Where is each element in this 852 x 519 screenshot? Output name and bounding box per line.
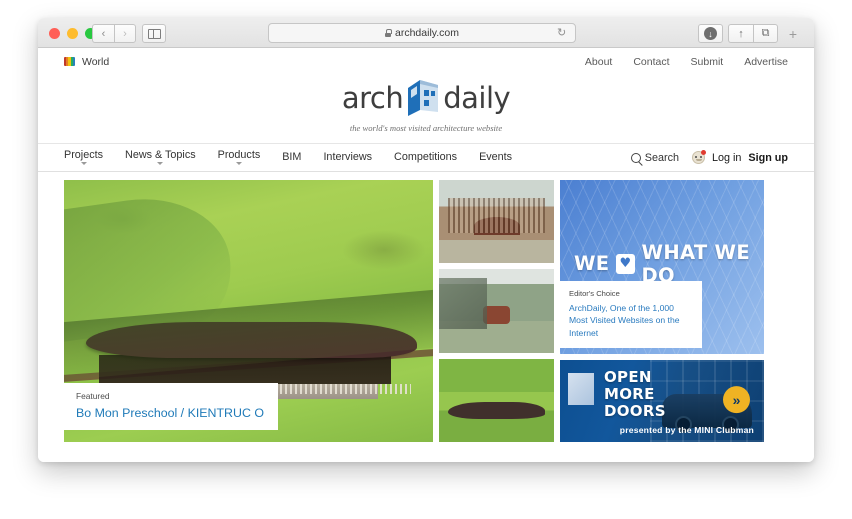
ad-headline-line3: DOORS <box>604 401 666 420</box>
ad-cube-graphic <box>568 373 594 405</box>
search-icon <box>630 152 641 163</box>
main-navigation: Projects News & Topics Products BIM Inte… <box>38 143 814 172</box>
downloads-button[interactable]: ↓ <box>698 24 723 43</box>
logo-word-arch: arch <box>341 81 404 115</box>
window-controls[interactable] <box>49 28 96 39</box>
toolbar-right-buttons: ↓ ↑ ⧉ + <box>698 24 804 43</box>
nav-label: Products <box>217 149 261 161</box>
new-tab-icon: + <box>788 25 798 42</box>
mini-clubman-ad[interactable]: OPEN MORE DOORS presented by the MINI Cl… <box>560 360 764 442</box>
fence <box>264 384 411 394</box>
search-button[interactable]: Search <box>630 151 679 164</box>
nav-item-events[interactable]: Events <box>479 151 512 164</box>
editors-choice-card[interactable]: Editor's Choice ArchDaily, One of the 1,… <box>560 280 702 348</box>
reload-icon[interactable]: ↻ <box>557 28 568 39</box>
nav-label: News & Topics <box>125 149 196 161</box>
lock-icon <box>385 29 392 37</box>
chevron-down-icon <box>157 162 164 165</box>
download-icon: ↓ <box>704 27 717 40</box>
page-content: World About Contact Submit Advertise arc… <box>38 48 814 462</box>
nav-label: Projects <box>64 149 104 161</box>
headline-right: WHAT WE DO <box>641 240 750 287</box>
sidebar-icon <box>147 28 161 39</box>
chevron-down-icon <box>235 162 242 165</box>
avatar-eyes <box>694 155 702 158</box>
address-bar[interactable]: archdaily.com ↻ <box>268 23 576 43</box>
headline-left: WE <box>574 252 610 276</box>
wavy-roof-right <box>254 326 418 358</box>
world-flag-icon <box>64 57 75 66</box>
chevron-down-icon <box>80 162 87 165</box>
share-button[interactable]: ↑ <box>728 24 753 43</box>
site-logo-block[interactable]: arch daily the world's most visited arch… <box>38 77 814 133</box>
editors-choice-kicker: Editor's Choice <box>569 288 620 298</box>
featured-article-card[interactable]: Featured Bo Mon Preschool / KIENTRUC O <box>64 180 433 442</box>
main-nav-items: Projects News & Topics Products BIM Inte… <box>64 149 512 166</box>
back-button[interactable]: ‹ <box>92 24 114 43</box>
nav-item-competitions[interactable]: Competitions <box>394 151 457 164</box>
forward-button[interactable]: › <box>114 24 136 43</box>
main-nav-actions: Search Log in Sign up <box>630 150 788 164</box>
utility-links: About Contact Submit Advertise <box>585 56 788 68</box>
thumbnail-card-2[interactable] <box>439 269 554 353</box>
editors-choice-banner[interactable]: WE ♥ WHAT WE DO Editor's Choice ArchDail… <box>560 180 764 354</box>
region-label: World <box>82 55 110 68</box>
nav-item-projects[interactable]: Projects <box>64 149 103 166</box>
ad-presented-by: presented by the MINI Clubman <box>619 425 754 435</box>
browser-window: ‹ › archdaily.com ↻ ↓ ↑ ⧉ + World About … <box>38 18 814 462</box>
close-window-button[interactable] <box>49 28 60 39</box>
logo-word-daily: daily <box>443 81 511 115</box>
archdaily-cube-icon <box>408 80 439 116</box>
thumbnail-card-3[interactable] <box>439 358 554 442</box>
minimize-window-button[interactable] <box>67 28 78 39</box>
nav-item-bim[interactable]: BIM <box>282 151 301 164</box>
utility-link-advertise[interactable]: Advertise <box>744 56 788 68</box>
sidebar-rail: WE ♥ WHAT WE DO Editor's Choice ArchDail… <box>560 180 764 442</box>
heart-logo-icon: ♥ <box>616 253 635 274</box>
thumbnail-2-detail <box>482 305 511 325</box>
show-tabs-button[interactable]: ⧉ <box>753 24 778 43</box>
forward-icon: › <box>123 27 127 40</box>
we-love-what-we-do-headline: WE ♥ WHAT WE DO <box>574 241 764 287</box>
ad-headline-line1: OPEN <box>604 368 652 386</box>
thumbnail-column <box>439 180 554 442</box>
content-grid: Featured Bo Mon Preschool / KIENTRUC O W… <box>64 180 788 442</box>
ad-cta-chevron-icon[interactable]: » <box>723 386 750 414</box>
editors-choice-title-link[interactable]: ArchDaily, One of the 1,000 Most Visited… <box>569 302 692 339</box>
site-tagline: the world's most visited architecture we… <box>349 123 503 133</box>
featured-kicker: Featured <box>76 391 110 401</box>
nav-item-news-topics[interactable]: News & Topics <box>125 149 196 166</box>
featured-caption: Featured Bo Mon Preschool / KIENTRUC O <box>64 383 278 430</box>
sidebar-toggle-button[interactable] <box>142 24 166 43</box>
ad-headline-line2: MORE <box>604 384 655 403</box>
url-text: archdaily.com <box>395 27 459 39</box>
utility-link-submit[interactable]: Submit <box>691 56 724 68</box>
notification-badge <box>700 150 706 155</box>
ad-headline: OPEN MORE DOORS <box>604 369 666 419</box>
thumbnail-card-1[interactable] <box>439 180 554 264</box>
region-selector[interactable]: World <box>64 56 109 68</box>
building-underside <box>99 354 392 385</box>
account-actions: Log in Sign up <box>691 150 788 164</box>
nav-item-products[interactable]: Products <box>217 149 261 166</box>
featured-title-link[interactable]: Bo Mon Preschool / KIENTRUC O <box>76 406 264 420</box>
thumbnail-1-detail <box>473 216 520 235</box>
wavy-roof-left <box>86 321 411 358</box>
utility-bar: World About Contact Submit Advertise <box>38 48 814 75</box>
utility-link-about[interactable]: About <box>585 56 612 68</box>
back-icon: ‹ <box>101 27 106 40</box>
signup-button[interactable]: Sign up <box>748 152 788 164</box>
nav-item-interviews[interactable]: Interviews <box>323 151 372 164</box>
utility-link-contact[interactable]: Contact <box>633 56 669 68</box>
share-icon: ↑ <box>738 27 744 40</box>
logo-row: arch daily <box>38 77 814 119</box>
login-button[interactable]: Log in <box>712 152 741 164</box>
browser-titlebar: ‹ › archdaily.com ↻ ↓ ↑ ⧉ + <box>38 18 814 48</box>
avatar-mouth <box>696 158 703 161</box>
new-tab-button[interactable]: + <box>782 24 804 43</box>
search-label: Search <box>644 151 679 164</box>
thumbnail-3-detail <box>448 401 545 419</box>
tabs-icon: ⧉ <box>761 27 770 39</box>
user-avatar-icon[interactable] <box>691 150 706 164</box>
